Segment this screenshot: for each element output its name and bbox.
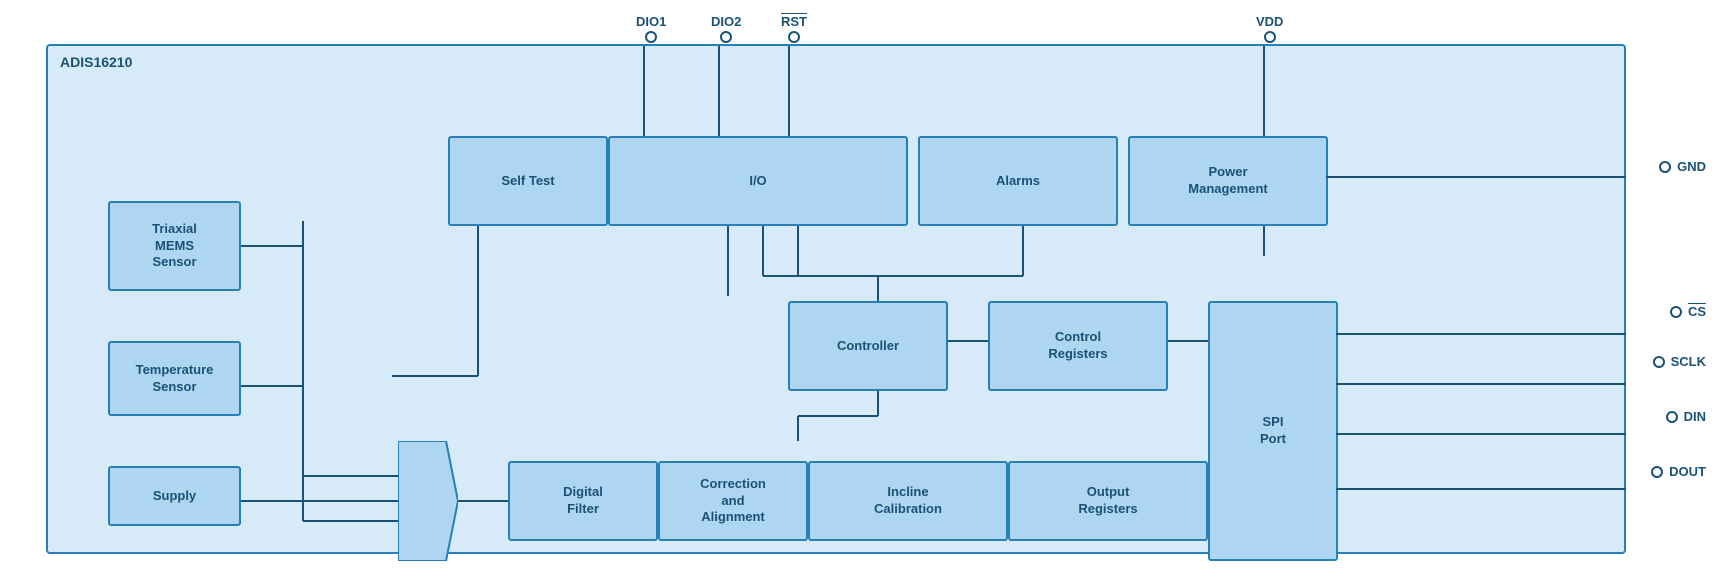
pin-cs: CS (1670, 304, 1706, 319)
self-test-block: Self Test (448, 136, 608, 226)
io-block: I/O (608, 136, 908, 226)
pin-gnd: GND (1659, 159, 1706, 174)
incline-cal-block: InclineCalibration (808, 461, 1008, 541)
alarms-block: Alarms (918, 136, 1118, 226)
output-regs-block: OutputRegisters (1008, 461, 1208, 541)
pin-dio1: DIO1 (636, 14, 666, 43)
controller-block: Controller (788, 301, 948, 391)
pin-din: DIN (1666, 409, 1706, 424)
pin-rst: RST (781, 14, 807, 43)
pin-sclk: SCLK (1653, 354, 1706, 369)
spi-port-block: SPIPort (1208, 301, 1338, 561)
control-regs-block: ControlRegisters (988, 301, 1168, 391)
pin-dout: DOUT (1651, 464, 1706, 479)
supply-block: Supply (108, 466, 241, 526)
triaxial-block: TriaxialMEMSSensor (108, 201, 241, 291)
chip-label: ADIS16210 (60, 54, 132, 70)
digital-filter-block: DigitalFilter (508, 461, 658, 541)
temp-sensor-block: TemperatureSensor (108, 341, 241, 416)
pin-dio2: DIO2 (711, 14, 741, 43)
power-mgmt-block: PowerManagement (1128, 136, 1328, 226)
mux-block (398, 441, 458, 561)
diagram-container: DIO1 DIO2 RST VDD ADIS16210 (26, 14, 1706, 569)
chip-boundary: ADIS16210 (46, 44, 1626, 554)
pin-vdd: VDD (1256, 14, 1283, 43)
correction-block: CorrectionandAlignment (658, 461, 808, 541)
